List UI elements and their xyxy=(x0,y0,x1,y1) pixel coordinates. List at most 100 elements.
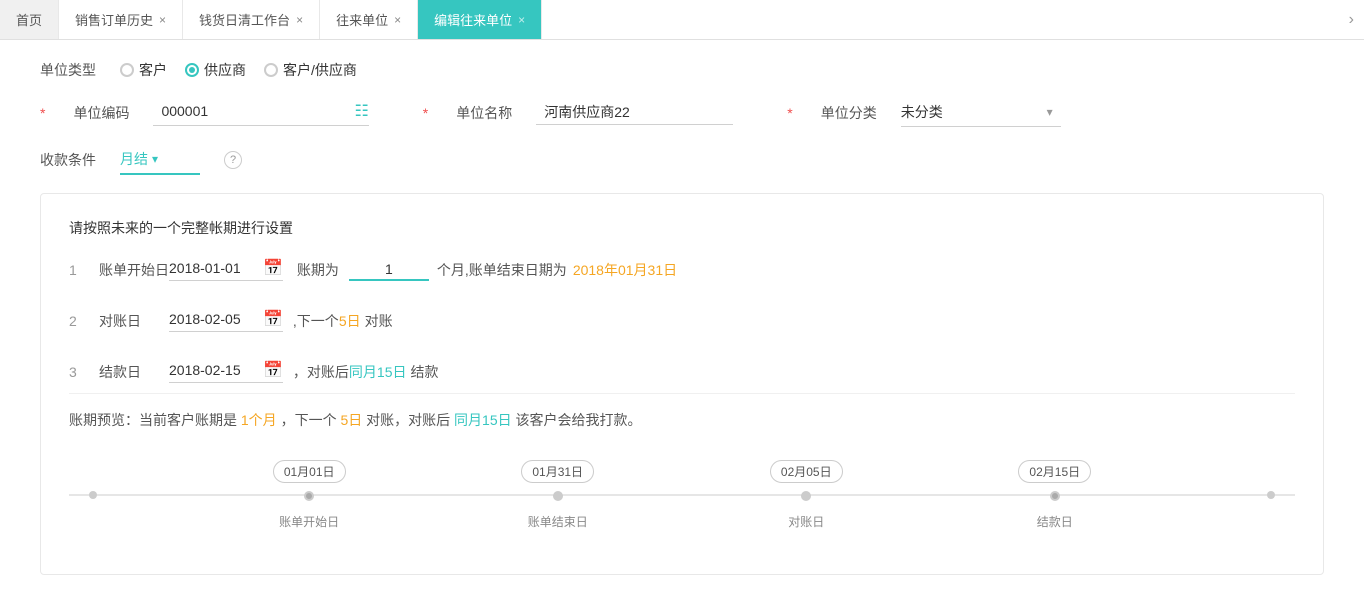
timeline-dot-4 xyxy=(1050,491,1060,501)
timeline-points: 01月01日 账单开始日 01月31日 账单结束日 02月05日 对账日 xyxy=(89,460,1275,530)
unit-category-value: 未分类 xyxy=(901,102,1041,122)
row-1-mid-text: 账期为 xyxy=(297,260,339,280)
row-2-date-wrapper: 📅 xyxy=(169,309,283,332)
tab-edit-partner[interactable]: 编辑往来单位 × xyxy=(418,0,542,39)
unit-info-row: * 单位编码 ☷ * 单位名称 * 单位分类 未分类 ▾ xyxy=(40,98,1324,127)
unit-code-required: * xyxy=(40,105,45,121)
timeline-left-end xyxy=(89,491,97,499)
row-1-num: 1 xyxy=(69,262,99,278)
row-1-date-wrapper: 📅 xyxy=(169,258,283,281)
timeline-dot-1 xyxy=(304,491,314,501)
row-3-suffix: 结款 xyxy=(411,362,439,382)
unit-type-radio-group: 客户 供应商 客户/供应商 xyxy=(120,60,357,80)
preview-label: 账期预览：当前客户账期是 xyxy=(69,412,237,428)
timeline-left-dot xyxy=(89,491,97,499)
unit-code-input[interactable] xyxy=(153,99,350,123)
timeline-point-2: 01月31日 账单结束日 xyxy=(521,460,594,530)
row-1-label: 账单开始日 xyxy=(99,260,169,280)
row-3-num: 3 xyxy=(69,364,99,380)
preview-text: 账期预览：当前客户账期是 1个月 ，下一个 5日 对账，对账后 同月15日 该客… xyxy=(69,410,1295,430)
row-2-num: 2 xyxy=(69,313,99,329)
row-2-date-input[interactable] xyxy=(169,311,259,327)
radio-customer[interactable]: 客户 xyxy=(120,60,167,80)
payment-condition-dropdown[interactable]: 月结 ▾ xyxy=(120,145,200,175)
row-1-period-input[interactable] xyxy=(349,259,429,281)
timeline-badge-2: 01月31日 xyxy=(521,460,594,483)
tab-edit-partner-label: 编辑往来单位 xyxy=(434,10,512,29)
row-1-date-input[interactable] xyxy=(169,260,259,276)
main-content: 单位类型 客户 供应商 客户/供应商 * 单位编码 ☷ * 单位名称 * xyxy=(0,40,1364,608)
tab-home[interactable]: 首页 xyxy=(0,0,59,39)
timeline-badge-1: 01月01日 xyxy=(273,460,346,483)
row-3-calendar-icon[interactable]: 📅 xyxy=(263,360,283,380)
preview-suffix: 该客户会给我打款。 xyxy=(516,412,642,428)
unit-code-copy-icon[interactable]: ☷ xyxy=(354,101,368,121)
row-1-calendar-icon[interactable]: 📅 xyxy=(263,258,283,278)
radio-both[interactable]: 客户/供应商 xyxy=(264,60,357,80)
payment-dropdown-arrow-icon: ▾ xyxy=(152,152,158,166)
tab-more-arrow[interactable]: › xyxy=(1339,11,1364,29)
preview-mid2: 对账，对账后 xyxy=(366,412,450,428)
payment-condition-label: 收款条件 xyxy=(40,150,96,170)
timeline-label-4: 结款日 xyxy=(1037,513,1073,530)
row-3-date-wrapper: 📅 xyxy=(169,360,283,383)
unit-category-dropdown[interactable]: 未分类 ▾ xyxy=(901,98,1061,127)
setting-row-1: 1 账单开始日 📅 账期为 个月,账单结束日期为 2018年01月31日 xyxy=(69,258,1295,281)
tab-sales-history-label: 销售订单历史 xyxy=(75,10,153,29)
unit-category-required: * xyxy=(787,105,792,121)
timeline-point-1: 01月01日 账单开始日 xyxy=(273,460,346,530)
tab-partner-units-close[interactable]: × xyxy=(394,13,401,27)
radio-supplier-label: 供应商 xyxy=(204,60,246,80)
row-1-end-date: 2018年01月31日 xyxy=(573,260,677,280)
timeline-badge-3: 02月05日 xyxy=(770,460,843,483)
timeline-right-dot xyxy=(1267,491,1275,499)
timeline: 01月01日 账单开始日 01月31日 账单结束日 02月05日 对账日 xyxy=(69,450,1295,540)
row-3-label: 结款日 xyxy=(99,362,169,382)
timeline-label-1: 账单开始日 xyxy=(279,513,339,530)
radio-supplier-circle xyxy=(185,63,199,77)
preview-section: 账期预览：当前客户账期是 1个月 ，下一个 5日 对账，对账后 同月15日 该客… xyxy=(69,393,1295,550)
payment-condition-row: 收款条件 月结 ▾ ? xyxy=(40,145,1324,175)
row-1-suffix: 个月,账单结束日期为 xyxy=(437,260,567,280)
unit-code-field-wrapper: ☷ xyxy=(153,99,368,126)
row-2-highlight: 5日 xyxy=(339,311,361,331)
preview-part3: 同月15日 xyxy=(454,412,512,428)
row-2-suffix: 对账 xyxy=(365,311,393,331)
unit-name-label: 单位名称 xyxy=(456,103,512,123)
timeline-label-3: 对账日 xyxy=(788,513,824,530)
settings-card: 请按照未来的一个完整帐期进行设置 1 账单开始日 📅 账期为 个月,账单结束日期… xyxy=(40,193,1324,575)
unit-name-input[interactable] xyxy=(536,100,733,125)
tab-sales-history-close[interactable]: × xyxy=(159,13,166,27)
payment-condition-value: 月结 xyxy=(120,149,148,169)
help-icon[interactable]: ? xyxy=(224,151,242,169)
unit-type-label: 单位类型 xyxy=(40,60,96,80)
tab-partner-units-label: 往来单位 xyxy=(336,10,388,29)
unit-category-label: 单位分类 xyxy=(821,103,877,123)
radio-customer-circle xyxy=(120,63,134,77)
tab-sales-history[interactable]: 销售订单历史 × xyxy=(59,0,183,39)
tab-cash-ledger[interactable]: 钱货日清工作台 × xyxy=(183,0,320,39)
radio-customer-label: 客户 xyxy=(139,60,167,80)
row-3-prefix: ，对账后 xyxy=(293,362,349,382)
tab-partner-units[interactable]: 往来单位 × xyxy=(320,0,418,39)
setting-row-3: 3 结款日 📅 ，对账后 同月15日 结款 xyxy=(69,360,1295,383)
unit-code-label: 单位编码 xyxy=(73,103,129,123)
row-2-label: 对账日 xyxy=(99,311,169,331)
timeline-badge-4: 02月15日 xyxy=(1018,460,1091,483)
tab-edit-partner-close[interactable]: × xyxy=(518,13,525,27)
setting-row-2: 2 对账日 📅 ,下一个 5日 对账 xyxy=(69,309,1295,332)
row-3-highlight: 同月15日 xyxy=(349,362,407,382)
radio-supplier[interactable]: 供应商 xyxy=(185,60,246,80)
timeline-right-end xyxy=(1267,491,1275,499)
tab-cash-ledger-label: 钱货日清工作台 xyxy=(199,10,290,29)
preview-part1: 1个月 xyxy=(241,412,277,428)
row-3-date-input[interactable] xyxy=(169,362,259,378)
row-2-calendar-icon[interactable]: 📅 xyxy=(263,309,283,329)
unit-name-required: * xyxy=(423,105,428,121)
timeline-dot-3 xyxy=(801,491,811,501)
tab-bar: 首页 销售订单历史 × 钱货日清工作台 × 往来单位 × 编辑往来单位 × › xyxy=(0,0,1364,40)
timeline-point-4: 02月15日 结款日 xyxy=(1018,460,1091,530)
tab-cash-ledger-close[interactable]: × xyxy=(296,13,303,27)
unit-category-arrow-icon: ▾ xyxy=(1047,105,1053,119)
preview-part2: 5日 xyxy=(340,412,362,428)
